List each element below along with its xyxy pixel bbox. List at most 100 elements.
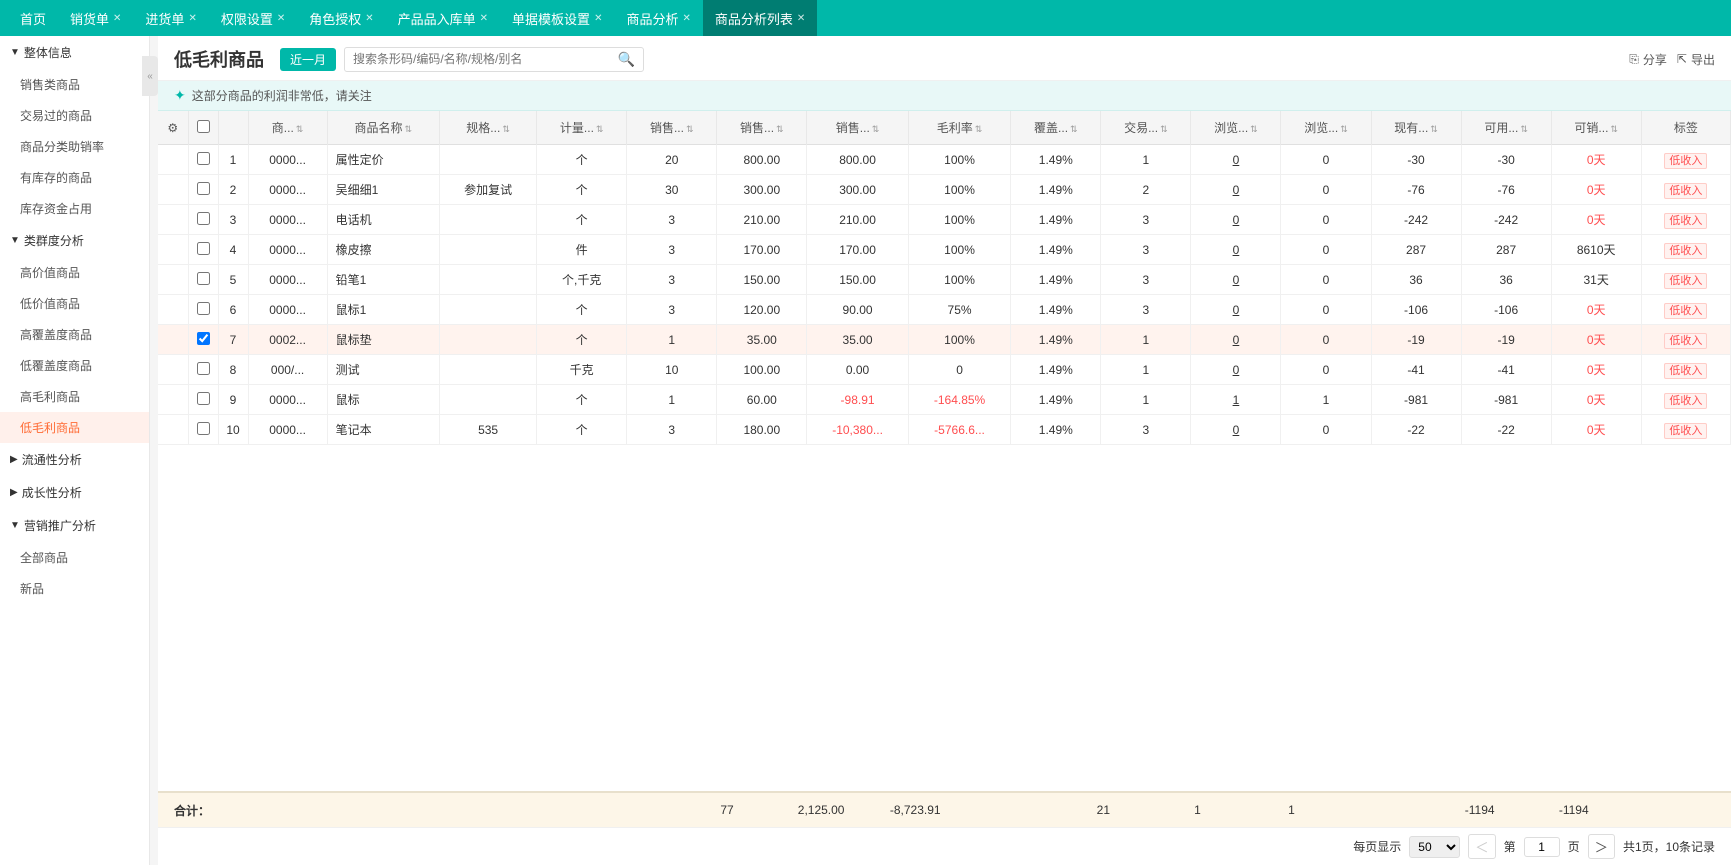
sidebar-item-traded-goods[interactable]: 交易过的商品 (0, 100, 149, 131)
col-checkbox-cell[interactable] (188, 385, 218, 415)
row-checkbox[interactable] (197, 302, 210, 315)
col-trade[interactable]: 交易...⇅ (1101, 111, 1191, 145)
browse1-value[interactable]: 0 (1233, 243, 1240, 257)
browse1-value[interactable]: 0 (1233, 363, 1240, 377)
next-page-btn[interactable]: ＞ (1588, 834, 1615, 859)
export-button[interactable]: ⇱ 导出 (1677, 51, 1715, 68)
per-page-select[interactable]: 50 100 (1409, 836, 1460, 858)
row-checkbox[interactable] (197, 212, 210, 225)
sidebar-section-growth[interactable]: ▶ 成长性分析 (0, 476, 149, 509)
sidebar-section-cluster[interactable]: ▼ 类群度分析 (0, 224, 149, 257)
row-checkbox[interactable] (197, 392, 210, 405)
col-checkbox-cell[interactable] (188, 235, 218, 265)
nav-item-roles[interactable]: 角色授权 ✕ (297, 0, 385, 36)
col-browse2[interactable]: 浏览...⇅ (1281, 111, 1371, 145)
browse1-value[interactable]: 0 (1233, 273, 1240, 287)
col-browse1-cell[interactable]: 0 (1191, 325, 1281, 355)
col-browse1-cell[interactable]: 0 (1191, 265, 1281, 295)
close-icon[interactable]: ✕ (797, 13, 805, 24)
nav-item-goods-list[interactable]: 商品分析列表 ✕ (703, 0, 817, 36)
col-unit[interactable]: 计量...⇅ (537, 111, 627, 145)
col-browse1[interactable]: 浏览...⇅ (1191, 111, 1281, 145)
sidebar-collapse-btn[interactable]: « (142, 56, 158, 96)
browse1-value[interactable]: 1 (1233, 393, 1240, 407)
sidebar-item-stock-capital[interactable]: 库存资金占用 (0, 193, 149, 224)
sidebar-section-marketing[interactable]: ▼ 营销推广分析 (0, 509, 149, 542)
col-checkbox-cell[interactable] (188, 175, 218, 205)
col-cover[interactable]: 覆盖...⇅ (1011, 111, 1101, 145)
col-browse1-cell[interactable]: 1 (1191, 385, 1281, 415)
col-sales-price[interactable]: 销售...⇅ (717, 111, 807, 145)
sidebar-item-low-coverage[interactable]: 低覆盖度商品 (0, 350, 149, 381)
row-checkbox[interactable] (197, 152, 210, 165)
col-checkbox-cell[interactable] (188, 265, 218, 295)
browse1-value[interactable]: 0 (1233, 183, 1240, 197)
close-icon[interactable]: ✕ (277, 13, 285, 24)
nav-item-goods-analysis[interactable]: 商品分析 ✕ (614, 0, 702, 36)
col-available[interactable]: 可用...⇅ (1461, 111, 1551, 145)
close-icon[interactable]: ✕ (682, 13, 690, 24)
col-checkbox-cell[interactable] (188, 205, 218, 235)
sidebar-item-stocked-goods[interactable]: 有库存的商品 (0, 162, 149, 193)
col-checkbox-cell[interactable] (188, 295, 218, 325)
col-settings[interactable]: ⚙ (158, 111, 188, 145)
col-checkbox-cell[interactable] (188, 355, 218, 385)
search-input[interactable] (353, 52, 618, 66)
sidebar-item-all-goods[interactable]: 全部商品 (0, 542, 149, 573)
nav-item-home[interactable]: 首页 (8, 0, 58, 36)
col-current[interactable]: 现有...⇅ (1371, 111, 1461, 145)
sidebar-item-low-value[interactable]: 低价值商品 (0, 288, 149, 319)
col-browse1-cell[interactable]: 0 (1191, 355, 1281, 385)
col-browse1-cell[interactable]: 0 (1191, 295, 1281, 325)
nav-item-permissions[interactable]: 权限设置 ✕ (209, 0, 297, 36)
row-checkbox[interactable] (197, 272, 210, 285)
close-icon[interactable]: ✕ (113, 13, 121, 24)
nav-item-templates[interactable]: 单据模板设置 ✕ (500, 0, 614, 36)
col-gross-rate[interactable]: 毛利率⇅ (908, 111, 1011, 145)
nav-item-sales[interactable]: 销货单 ✕ (58, 0, 133, 36)
col-sales-qty[interactable]: 销售...⇅ (627, 111, 717, 145)
time-filter-btn[interactable]: 近一月 (280, 48, 336, 71)
sidebar-item-high-value[interactable]: 高价值商品 (0, 257, 149, 288)
close-icon[interactable]: ✕ (594, 13, 602, 24)
browse1-value[interactable]: 0 (1233, 423, 1240, 437)
share-button[interactable]: ⎘ 分享 (1629, 51, 1667, 68)
col-browse1-cell[interactable]: 0 (1191, 205, 1281, 235)
col-checkbox-cell[interactable] (188, 145, 218, 175)
sidebar-section-overview[interactable]: ▼ 整体信息 (0, 36, 149, 69)
nav-item-purchase[interactable]: 进货单 ✕ (133, 0, 208, 36)
col-browse1-cell[interactable]: 0 (1191, 175, 1281, 205)
col-checkbox-cell[interactable] (188, 325, 218, 355)
sidebar-section-circulation[interactable]: ▶ 流通性分析 (0, 443, 149, 476)
browse1-value[interactable]: 0 (1233, 153, 1240, 167)
search-icon[interactable]: 🔍 (618, 51, 635, 68)
row-checkbox[interactable] (197, 182, 210, 195)
col-checkbox-cell[interactable] (188, 415, 218, 445)
row-checkbox[interactable] (197, 332, 210, 345)
col-spec[interactable]: 规格...⇅ (440, 111, 537, 145)
browse1-value[interactable]: 0 (1233, 333, 1240, 347)
close-icon[interactable]: ✕ (480, 13, 488, 24)
col-browse1-cell[interactable]: 0 (1191, 145, 1281, 175)
row-checkbox[interactable] (197, 242, 210, 255)
col-sales-amount[interactable]: 销售...⇅ (807, 111, 908, 145)
col-checkbox[interactable] (188, 111, 218, 145)
page-num-input[interactable] (1524, 837, 1560, 857)
sidebar-item-low-margin[interactable]: 低毛利商品 (0, 412, 149, 443)
col-browse1-cell[interactable]: 0 (1191, 415, 1281, 445)
col-browse1-cell[interactable]: 0 (1191, 235, 1281, 265)
sidebar-item-high-margin[interactable]: 高毛利商品 (0, 381, 149, 412)
close-icon[interactable]: ✕ (188, 13, 196, 24)
col-code[interactable]: 商...⇅ (248, 111, 327, 145)
col-sellable[interactable]: 可销...⇅ (1551, 111, 1641, 145)
prev-page-btn[interactable]: ＜ (1468, 834, 1495, 859)
close-icon[interactable]: ✕ (365, 13, 373, 24)
sidebar-item-category-rate[interactable]: 商品分类助销率 (0, 131, 149, 162)
col-name[interactable]: 商品名称⇅ (327, 111, 439, 145)
sidebar-item-high-coverage[interactable]: 高覆盖度商品 (0, 319, 149, 350)
settings-icon[interactable]: ⚙ (167, 121, 178, 135)
browse1-value[interactable]: 0 (1233, 213, 1240, 227)
select-all-checkbox[interactable] (197, 120, 210, 133)
sidebar-item-sales-goods[interactable]: 销售类商品 (0, 69, 149, 100)
row-checkbox[interactable] (197, 362, 210, 375)
